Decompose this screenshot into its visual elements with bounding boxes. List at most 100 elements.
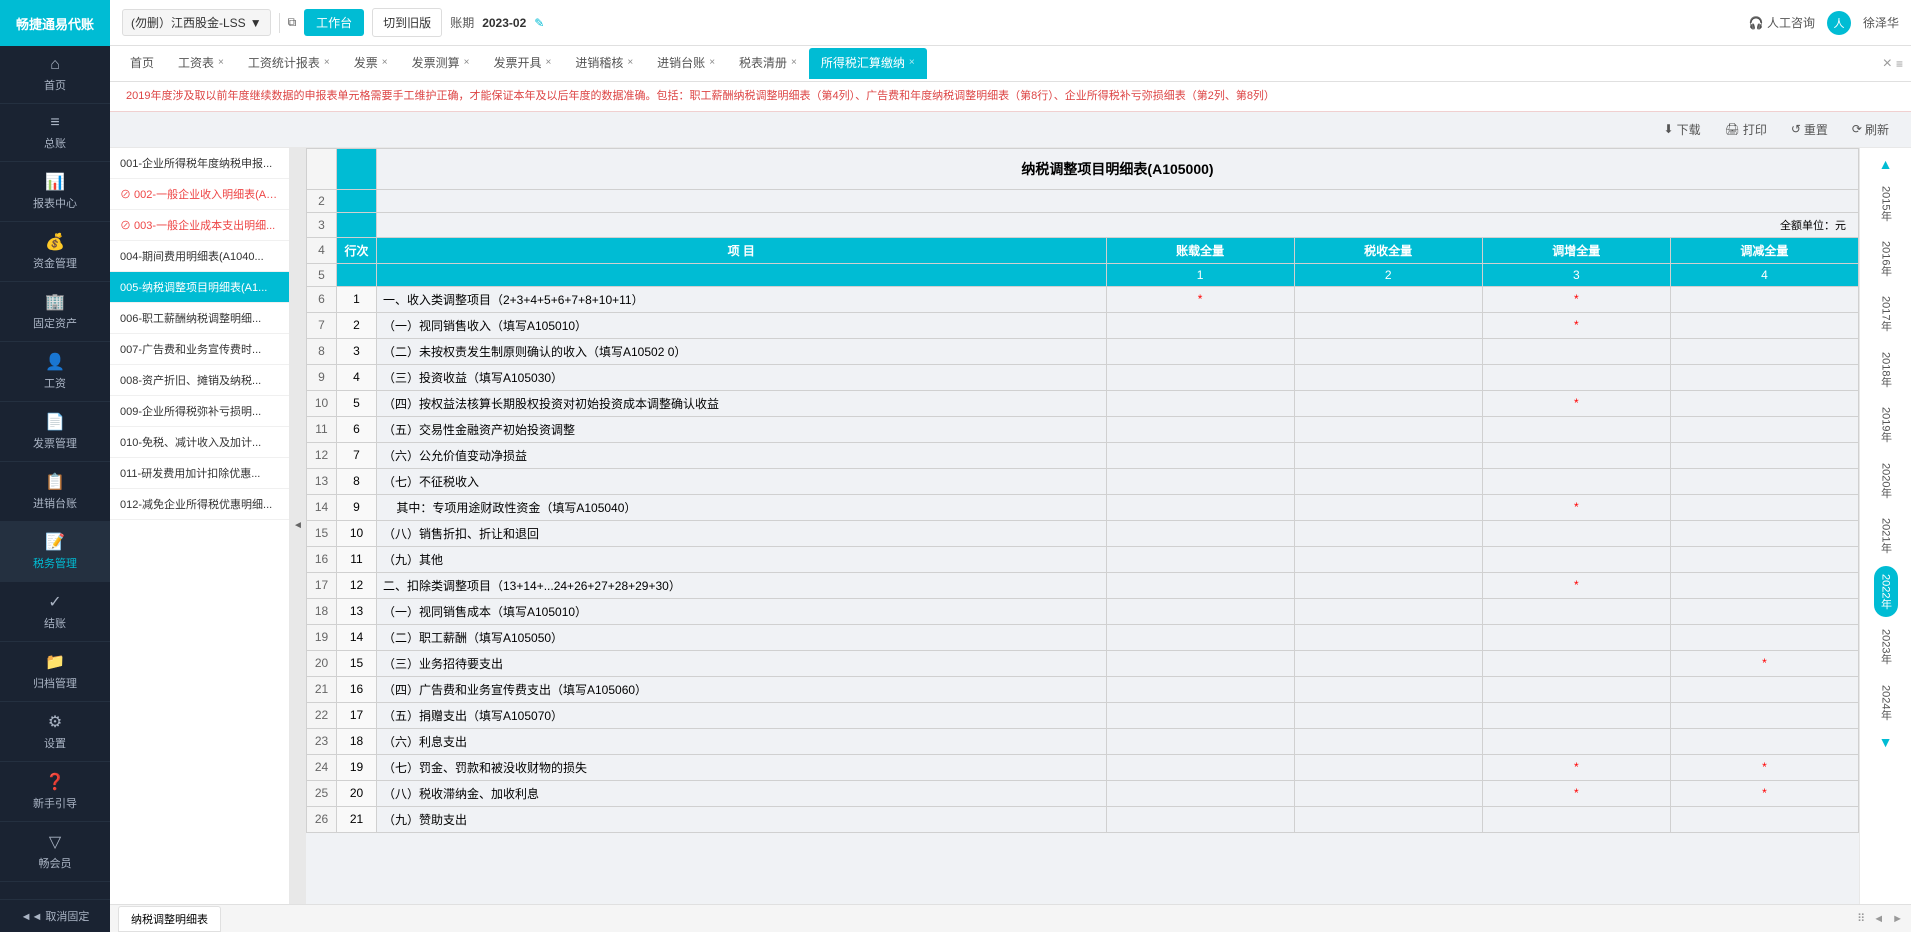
bottom-tab-adjust[interactable]: 纳税调整明细表 <box>118 906 221 932</box>
sidebar-item-close[interactable]: ✓ 结账 <box>0 582 110 642</box>
year-2024[interactable]: 2024年 <box>1874 677 1898 728</box>
sidebar-item-archive[interactable]: 📁 归档管理 <box>0 642 110 702</box>
left-item-002[interactable]: ⊘ 002-一般企业收入明细表(A1... <box>110 179 289 210</box>
period-edit-icon[interactable]: ✎ <box>534 16 544 30</box>
year-2017[interactable]: 2017年 <box>1874 288 1898 339</box>
left-item-005[interactable]: 005-纳税调整项目明细表(A1... <box>110 272 289 303</box>
table-row: 13 8 （七）不征税收入 <box>307 468 1859 494</box>
tab-close[interactable]: × <box>909 57 915 68</box>
tab-close[interactable]: × <box>709 57 715 68</box>
collapse-panel-btn[interactable]: ◄ <box>290 148 306 905</box>
sidebar-item-reports[interactable]: 📊 报表中心 <box>0 162 110 222</box>
left-item-007[interactable]: 007-广告费和业务宣传费时... <box>110 334 289 365</box>
left-item-003[interactable]: ⊘ 003-一般企业成本支出明细... <box>110 210 289 241</box>
year-2022[interactable]: 2022年 <box>1874 566 1898 617</box>
header-row-num: 4 <box>307 237 337 263</box>
topbar-right: 🎧 人工咨询 人 徐泽华 <box>1749 11 1899 35</box>
row-num: 3 <box>307 212 337 237</box>
sidebar-item-member[interactable]: ▽ 畅会员 <box>0 822 110 882</box>
tab-tax-clearance[interactable]: 税表清册 × <box>727 48 809 79</box>
table-row: 11 6 （五）交易性金融资产初始投资调整 <box>307 416 1859 442</box>
switch-old-button[interactable]: 切到旧版 <box>372 8 442 37</box>
col-a-subheader <box>337 263 377 286</box>
sidebar-item-label: 新手引导 <box>33 795 77 811</box>
tab-close[interactable]: × <box>627 57 633 68</box>
sidebar-item-payroll[interactable]: 👤 工资 <box>0 342 110 402</box>
table-row: 9 4 （三）投资收益（填写A105030） <box>307 364 1859 390</box>
close-all-tabs[interactable]: × <box>1883 55 1892 73</box>
col-1-num: 1 <box>1106 263 1294 286</box>
tab-close[interactable]: × <box>464 57 470 68</box>
print-btn[interactable]: 🖨 打印 <box>1719 118 1773 141</box>
tab-close[interactable]: × <box>218 57 224 68</box>
reset-btn[interactable]: ↺ 重置 <box>1785 118 1834 141</box>
tab-close[interactable]: × <box>791 57 797 68</box>
year-2023[interactable]: 2023年 <box>1874 621 1898 672</box>
sidebar-item-ledger[interactable]: ≡ 总账 <box>0 104 110 162</box>
sidebar-item-label: 畅会员 <box>39 855 72 871</box>
left-item-001[interactable]: 001-企业所得税年度纳税申报... <box>110 148 289 179</box>
year-2020[interactable]: 2020年 <box>1874 455 1898 506</box>
year-scroll-down[interactable]: ▼ <box>1875 730 1897 754</box>
year-2018[interactable]: 2018年 <box>1874 344 1898 395</box>
sidebar-item-assets[interactable]: 🏢 固定资产 <box>0 282 110 342</box>
tab-purchase-audit[interactable]: 进销稽核 × <box>563 48 645 79</box>
tab-payroll-stats[interactable]: 工资统计报表 × <box>236 48 342 79</box>
title-cell: 纳税调整项目明细表(A105000) <box>377 148 1859 189</box>
sidebar-item-tax[interactable]: 📝 税务管理 <box>0 522 110 582</box>
left-item-009[interactable]: 009-企业所得税弥补亏损明... <box>110 396 289 427</box>
year-2019[interactable]: 2019年 <box>1874 399 1898 450</box>
period-label: 账期 <box>450 14 474 31</box>
tab-home[interactable]: 首页 <box>118 48 166 79</box>
download-btn[interactable]: ⬇ 下载 <box>1658 118 1707 141</box>
table-row: 7 2 （一）视同销售收入（填写A105010） * <box>307 312 1859 338</box>
year-scroll-up[interactable]: ▲ <box>1875 152 1897 176</box>
tab-close[interactable]: × <box>545 57 551 68</box>
sidebar-item-invoice-mgmt[interactable]: 📄 发票管理 <box>0 402 110 462</box>
left-item-011[interactable]: 011-研发费用加计扣除优惠... <box>110 458 289 489</box>
left-item-008[interactable]: 008-资产折旧、摊销及纳税... <box>110 365 289 396</box>
col-a-cell <box>337 212 377 237</box>
tab-payroll[interactable]: 工资表 × <box>166 48 236 79</box>
tab-purchase-ledger[interactable]: 进销台账 × <box>645 48 727 79</box>
refresh-icon: ⟳ <box>1852 122 1862 136</box>
tab-close[interactable]: × <box>324 57 330 68</box>
sidebar-item-label: 设置 <box>44 735 66 751</box>
company-selector[interactable]: (勿删）江西股金-LSS ▼ <box>122 9 271 36</box>
tab-invoice-calc[interactable]: 发票测算 × <box>400 48 482 79</box>
tab-close[interactable]: × <box>382 57 388 68</box>
left-item-010[interactable]: 010-免税、减计收入及加计... <box>110 427 289 458</box>
left-item-006[interactable]: 006-职工薪酬纳税调整明细... <box>110 303 289 334</box>
tab-invoice-issue[interactable]: 发票开具 × <box>481 48 563 79</box>
tab-income-tax[interactable]: 所得税汇算缴纳 × <box>809 48 927 79</box>
year-2015[interactable]: 2015年 <box>1874 178 1898 229</box>
scroll-left[interactable]: ◄ <box>1873 913 1884 925</box>
topbar-copy-icon[interactable]: ⧉ <box>288 15 297 30</box>
refresh-btn[interactable]: ⟳ 刷新 <box>1846 118 1895 141</box>
left-item-004[interactable]: 004-期间费用明细表(A1040... <box>110 241 289 272</box>
year-2016[interactable]: 2016年 <box>1874 233 1898 284</box>
sidebar-unpin[interactable]: ◄◄ 取消固定 <box>0 899 110 932</box>
main-content: 2019年度涉及取以前年度继续数据的申报表单元格需要手工维护正确，才能保证本年及… <box>110 82 1911 932</box>
left-item-012[interactable]: 012-减免企业所得税优惠明细... <box>110 489 289 520</box>
sidebar-item-label: 报表中心 <box>33 195 77 211</box>
sidebar-item-guide[interactable]: ❓ 新手引导 <box>0 762 110 822</box>
sidebar-item-label: 总账 <box>44 135 66 151</box>
workspace-button[interactable]: 工作台 <box>304 9 364 36</box>
period-value: 2023-02 <box>482 16 526 30</box>
sidebar-item-finance[interactable]: 💰 资金管理 <box>0 222 110 282</box>
ai-consult-btn[interactable]: 🎧 人工咨询 <box>1749 14 1815 31</box>
sidebar-item-settings[interactable]: ⚙ 设置 <box>0 702 110 762</box>
tab-more[interactable]: ≡ <box>1896 57 1903 71</box>
scroll-right[interactable]: ► <box>1892 913 1903 925</box>
year-2021[interactable]: 2021年 <box>1874 510 1898 561</box>
sidebar-item-sales-ledger[interactable]: 📋 进销台账 <box>0 462 110 522</box>
sidebar-item-home[interactable]: ⌂ 首页 <box>0 46 110 104</box>
username[interactable]: 徐泽华 <box>1863 14 1899 31</box>
main-area: (勿删）江西股金-LSS ▼ ⧉ 工作台 切到旧版 账期 2023-02 ✎ 🎧… <box>110 0 1911 932</box>
sheet-wrapper[interactable]: 纳税调整项目明细表(A105000) 2 3 <box>306 148 1859 905</box>
sidebar-item-label: 资金管理 <box>33 255 77 271</box>
tab-invoice[interactable]: 发票 × <box>342 48 400 79</box>
app-logo: 畅捷通易代账 <box>0 0 110 46</box>
table-row: 18 13 （一）视同销售成本（填写A105010） <box>307 598 1859 624</box>
